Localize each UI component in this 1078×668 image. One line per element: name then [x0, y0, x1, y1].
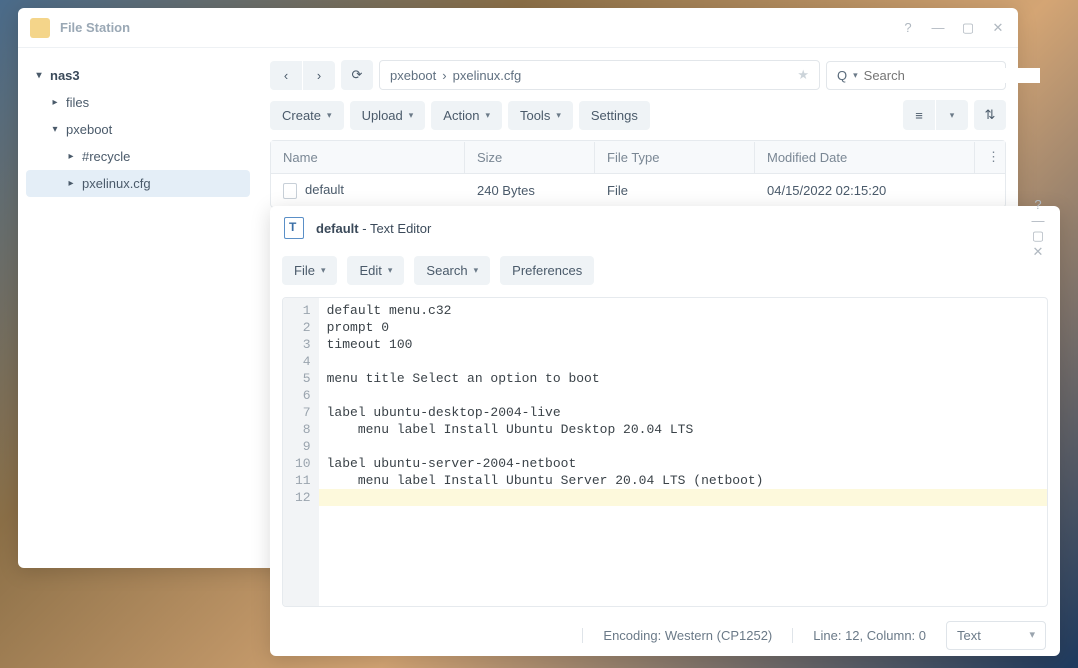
tree-item-label: files: [66, 95, 89, 110]
status-bar: Encoding: Western (CP1252) Line: 12, Col…: [270, 613, 1060, 658]
col-type[interactable]: File Type: [595, 142, 755, 173]
tree-caret-icon: ▸: [66, 178, 76, 189]
tree-item-label: #recycle: [82, 149, 130, 164]
tree-item-pxeboot[interactable]: ▾ pxeboot: [26, 116, 250, 143]
code-line[interactable]: prompt 0: [327, 320, 389, 335]
code-line[interactable]: menu label Install Ubuntu Server 20.04 L…: [327, 473, 764, 488]
file-table: Name Size File Type Modified Date ⋮ defa…: [270, 140, 1006, 208]
cursor-position: Line: 12, Column: 0: [792, 628, 926, 643]
text-editor-icon: [284, 217, 304, 239]
maximize-icon[interactable]: ▢: [1030, 228, 1046, 244]
tree-item-recycle[interactable]: ▸ #recycle: [26, 143, 250, 170]
search-box[interactable]: Q▾: [826, 61, 1006, 90]
col-size[interactable]: Size: [465, 142, 595, 173]
tree-item-label: pxelinux.cfg: [82, 176, 151, 191]
col-name[interactable]: Name: [271, 142, 465, 173]
code-line[interactable]: label ubuntu-server-2004-netboot: [327, 456, 577, 471]
chevron-down-icon[interactable]: ▾: [853, 70, 858, 81]
encoding-status: Encoding: Western (CP1252): [582, 628, 772, 643]
tree-item-files[interactable]: ▸ files: [26, 89, 250, 116]
close-icon[interactable]: ✕: [1030, 244, 1046, 260]
maximize-icon[interactable]: ▢: [960, 20, 976, 36]
upload-button[interactable]: Upload▾: [350, 101, 426, 130]
tree-root[interactable]: ▾ nas3: [26, 62, 250, 89]
sort-button[interactable]: ⇅: [974, 100, 1006, 130]
file-icon: [283, 183, 297, 199]
code-content[interactable]: default menu.c32 prompt 0 timeout 100 me…: [319, 298, 1047, 606]
text-editor-titlebar: default - Text Editor ? — ▢ ✕: [270, 206, 1060, 250]
breadcrumb-part[interactable]: pxelinux.cfg: [453, 68, 522, 83]
search-icon: Q: [837, 68, 847, 83]
action-toolbar: Create▾ Upload▾ Action▾ Tools▾ Settings …: [270, 100, 1006, 130]
tree-caret-icon: ▸: [50, 97, 60, 108]
code-line[interactable]: menu label Install Ubuntu Desktop 20.04 …: [327, 422, 694, 437]
view-dropdown-button[interactable]: ▾: [936, 100, 968, 130]
app-title: File Station: [60, 20, 900, 35]
code-line[interactable]: timeout 100: [327, 337, 413, 352]
list-view-button[interactable]: ≡: [903, 100, 935, 130]
tree-item-pxelinux-cfg[interactable]: ▸ pxelinux.cfg: [26, 170, 250, 197]
code-line[interactable]: [319, 489, 1047, 506]
breadcrumb-separator: ›: [442, 68, 446, 83]
action-button[interactable]: Action▾: [431, 101, 502, 130]
minimize-icon[interactable]: —: [1030, 212, 1046, 228]
search-menu[interactable]: Search▾: [414, 256, 490, 285]
file-menu[interactable]: File▾: [282, 256, 337, 285]
tree-item-label: pxeboot: [66, 122, 112, 137]
tree-root-label: nas3: [50, 68, 80, 83]
table-header: Name Size File Type Modified Date ⋮: [271, 141, 1005, 174]
file-modified: 04/15/2022 02:15:20: [755, 175, 975, 206]
tools-button[interactable]: Tools▾: [508, 101, 573, 130]
close-icon[interactable]: ✕: [990, 20, 1006, 36]
code-line[interactable]: default menu.c32: [327, 303, 452, 318]
col-more-icon[interactable]: ⋮: [975, 141, 1005, 173]
star-icon[interactable]: ★: [797, 67, 809, 83]
file-station-titlebar: File Station ? — ▢ ✕: [18, 8, 1018, 48]
table-row[interactable]: default 240 Bytes File 04/15/2022 02:15:…: [271, 174, 1005, 207]
folder-tree: ▾ nas3 ▸ files ▾ pxeboot ▸ #recycle ▸ px…: [18, 48, 258, 568]
nav-toolbar: ‹ › ⟳ pxeboot › pxelinux.cfg ★ Q▾: [270, 60, 1006, 90]
breadcrumb[interactable]: pxeboot › pxelinux.cfg ★: [379, 60, 820, 90]
format-select[interactable]: Text: [946, 621, 1046, 650]
breadcrumb-part[interactable]: pxeboot: [390, 68, 436, 83]
file-size: 240 Bytes: [465, 175, 595, 206]
forward-button[interactable]: ›: [303, 61, 335, 90]
text-editor-title: default - Text Editor: [316, 221, 1030, 236]
edit-menu[interactable]: Edit▾: [347, 256, 404, 285]
help-icon[interactable]: ?: [1030, 196, 1046, 212]
file-name: default: [305, 182, 344, 197]
editor-area[interactable]: 123456789101112 default menu.c32 prompt …: [282, 297, 1048, 607]
tree-caret-icon: ▸: [66, 151, 76, 162]
folder-icon: [30, 18, 50, 38]
back-button[interactable]: ‹: [270, 61, 302, 90]
preferences-button[interactable]: Preferences: [500, 256, 594, 285]
text-editor-window: default - Text Editor ? — ▢ ✕ File▾ Edit…: [270, 206, 1060, 656]
refresh-button[interactable]: ⟳: [341, 60, 373, 90]
text-editor-toolbar: File▾ Edit▾ Search▾ Preferences: [270, 250, 1060, 291]
create-button[interactable]: Create▾: [270, 101, 344, 130]
file-type: File: [595, 175, 755, 206]
line-number-gutter: 123456789101112: [283, 298, 319, 606]
settings-button[interactable]: Settings: [579, 101, 650, 130]
minimize-icon[interactable]: —: [930, 20, 946, 36]
tree-caret-icon: ▾: [50, 124, 60, 135]
col-modified[interactable]: Modified Date: [755, 142, 975, 173]
help-icon[interactable]: ?: [900, 20, 916, 36]
search-input[interactable]: [864, 68, 1040, 83]
code-line[interactable]: label ubuntu-desktop-2004-live: [327, 405, 561, 420]
code-line[interactable]: menu title Select an option to boot: [327, 371, 600, 386]
tree-caret-icon: ▾: [34, 70, 44, 81]
